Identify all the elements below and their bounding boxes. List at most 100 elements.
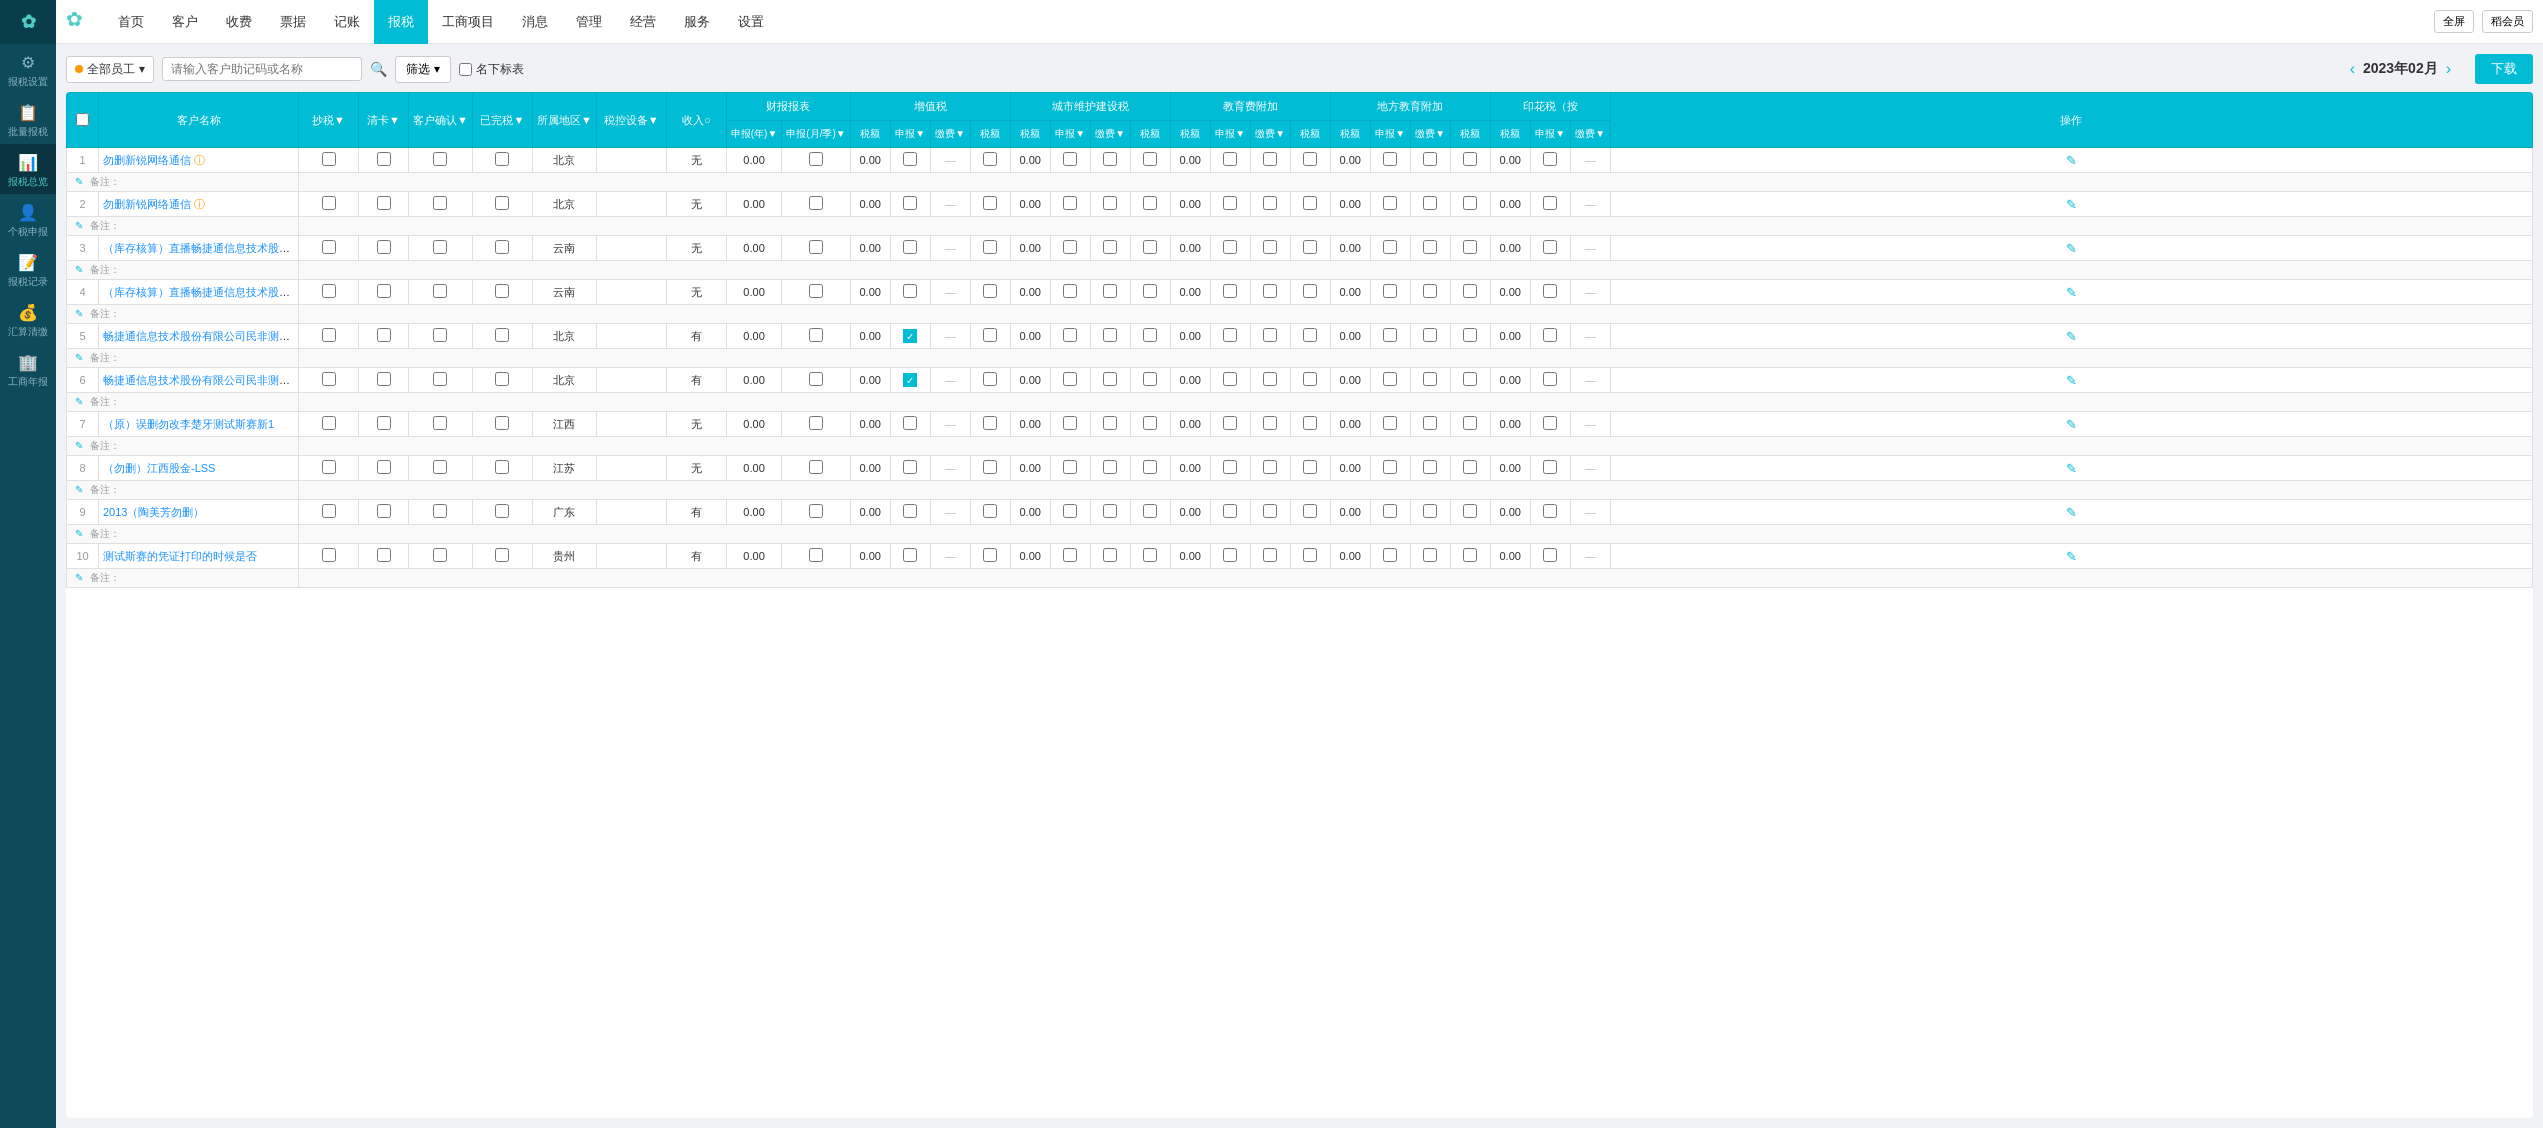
ledu-tax-cell[interactable] (1450, 544, 1490, 569)
next-month-button[interactable]: › (2446, 60, 2451, 78)
filed-cell[interactable] (472, 148, 532, 173)
customer-name-link[interactable]: （原）误删勿改李楚牙测试斯赛新1 (103, 418, 274, 430)
nav-home[interactable]: 首页 (104, 0, 158, 44)
city-declare-checkbox[interactable] (1063, 548, 1077, 562)
city-waiver-checkbox[interactable] (1103, 152, 1117, 166)
stamp-declare-checkbox[interactable] (1543, 504, 1557, 518)
ledu-tax-checkbox[interactable] (1463, 240, 1477, 254)
city-tax-checkbox[interactable] (1143, 548, 1157, 562)
prev-month-button[interactable]: ‹ (2350, 60, 2355, 78)
ledu-tax-cell[interactable] (1450, 192, 1490, 217)
edit-icon[interactable]: ✎ (2066, 197, 2077, 212)
edu-waiver-cell[interactable] (1250, 324, 1290, 349)
ledu-tax-checkbox[interactable] (1463, 284, 1477, 298)
stamp-declare-checkbox[interactable] (1543, 372, 1557, 386)
city-declare-cell[interactable] (1050, 412, 1090, 437)
declare-year-cell[interactable] (782, 236, 850, 261)
city-tax-cell[interactable] (1130, 148, 1170, 173)
city-tax-checkbox[interactable] (1143, 328, 1157, 342)
card-cell[interactable] (359, 236, 409, 261)
edu-waiver-checkbox[interactable] (1263, 196, 1277, 210)
city-declare-checkbox[interactable] (1063, 416, 1077, 430)
declare-year-cell[interactable] (782, 544, 850, 569)
ledu-waiver-cell[interactable] (1410, 368, 1450, 393)
vat-declare-checkbox[interactable] (903, 196, 917, 210)
ledu-declare-checkbox[interactable] (1383, 240, 1397, 254)
city-declare-cell[interactable] (1050, 544, 1090, 569)
tax-type-checkbox[interactable] (322, 372, 336, 386)
vat-tax-cell[interactable] (970, 412, 1010, 437)
ledu-waiver-cell[interactable] (1410, 192, 1450, 217)
customer-name-link[interactable]: （库存核算）直播畅捷通信息技术股份有限... (103, 286, 299, 298)
ledu-waiver-checkbox[interactable] (1423, 416, 1437, 430)
ledu-waiver-cell[interactable] (1410, 500, 1450, 525)
tax-type-cell[interactable] (299, 192, 359, 217)
city-waiver-checkbox[interactable] (1103, 372, 1117, 386)
declare-year-cell[interactable] (782, 412, 850, 437)
ledu-declare-cell[interactable] (1370, 324, 1410, 349)
edu-declare-checkbox[interactable] (1223, 196, 1237, 210)
city-waiver-cell[interactable] (1090, 324, 1130, 349)
ledu-waiver-cell[interactable] (1410, 412, 1450, 437)
declare-year-checkbox[interactable] (809, 152, 823, 166)
city-declare-checkbox[interactable] (1063, 372, 1077, 386)
ledu-tax-cell[interactable] (1450, 236, 1490, 261)
ledu-waiver-checkbox[interactable] (1423, 196, 1437, 210)
city-declare-checkbox[interactable] (1063, 284, 1077, 298)
ledu-tax-checkbox[interactable] (1463, 416, 1477, 430)
declare-year-cell[interactable] (782, 500, 850, 525)
confirm-cell[interactable] (409, 368, 473, 393)
filed-checkbox[interactable] (495, 504, 509, 518)
city-waiver-cell[interactable] (1090, 500, 1130, 525)
edu-declare-cell[interactable] (1210, 368, 1250, 393)
card-cell[interactable] (359, 368, 409, 393)
edu-tax-checkbox[interactable] (1303, 548, 1317, 562)
edu-tax-cell[interactable] (1290, 236, 1330, 261)
edu-tax-checkbox[interactable] (1303, 240, 1317, 254)
vat-declare-cell[interactable] (890, 544, 930, 569)
city-declare-cell[interactable] (1050, 148, 1090, 173)
ledu-tax-checkbox[interactable] (1463, 460, 1477, 474)
city-tax-cell[interactable] (1130, 544, 1170, 569)
city-declare-cell[interactable] (1050, 280, 1090, 305)
edit-remark-icon[interactable]: ✎ (75, 176, 83, 187)
filed-cell[interactable] (472, 500, 532, 525)
card-checkbox[interactable] (377, 504, 391, 518)
nav-invoice[interactable]: 票据 (266, 0, 320, 44)
stamp-declare-cell[interactable] (1530, 368, 1570, 393)
edu-waiver-cell[interactable] (1250, 456, 1290, 481)
edu-declare-cell[interactable] (1210, 324, 1250, 349)
ledu-waiver-checkbox[interactable] (1423, 240, 1437, 254)
edit-remark-icon[interactable]: ✎ (75, 572, 83, 583)
declare-year-checkbox[interactable] (809, 328, 823, 342)
nav-tax[interactable]: 报税 (374, 0, 428, 44)
tax-type-checkbox[interactable] (322, 152, 336, 166)
ledu-tax-cell[interactable] (1450, 456, 1490, 481)
customer-name-link[interactable]: 畅捷通信息技术股份有限公司民非测试 (103, 374, 290, 386)
ledu-declare-cell[interactable] (1370, 544, 1410, 569)
confirm-checkbox[interactable] (433, 196, 447, 210)
tax-type-cell[interactable] (299, 324, 359, 349)
edu-tax-cell[interactable] (1290, 148, 1330, 173)
sidebar-item-tax-record[interactable]: 📝 报税记录 (0, 244, 56, 294)
city-tax-checkbox[interactable] (1143, 196, 1157, 210)
tax-type-cell[interactable] (299, 368, 359, 393)
member-button[interactable]: 稻会员 (2482, 10, 2533, 33)
nav-manage[interactable]: 管理 (562, 0, 616, 44)
edu-declare-cell[interactable] (1210, 500, 1250, 525)
vat-declare-checkbox[interactable] (903, 152, 917, 166)
ledu-declare-cell[interactable] (1370, 500, 1410, 525)
ledu-declare-cell[interactable] (1370, 412, 1410, 437)
edu-declare-cell[interactable] (1210, 456, 1250, 481)
card-checkbox[interactable] (377, 416, 391, 430)
tax-type-checkbox[interactable] (322, 548, 336, 562)
confirm-checkbox[interactable] (433, 548, 447, 562)
nav-service[interactable]: 服务 (670, 0, 724, 44)
vat-tax-checkbox[interactable] (983, 196, 997, 210)
edu-tax-cell[interactable] (1290, 280, 1330, 305)
city-tax-checkbox[interactable] (1143, 372, 1157, 386)
edu-declare-cell[interactable] (1210, 236, 1250, 261)
ledu-tax-checkbox[interactable] (1463, 372, 1477, 386)
city-waiver-cell[interactable] (1090, 192, 1130, 217)
vat-tax-checkbox[interactable] (983, 460, 997, 474)
